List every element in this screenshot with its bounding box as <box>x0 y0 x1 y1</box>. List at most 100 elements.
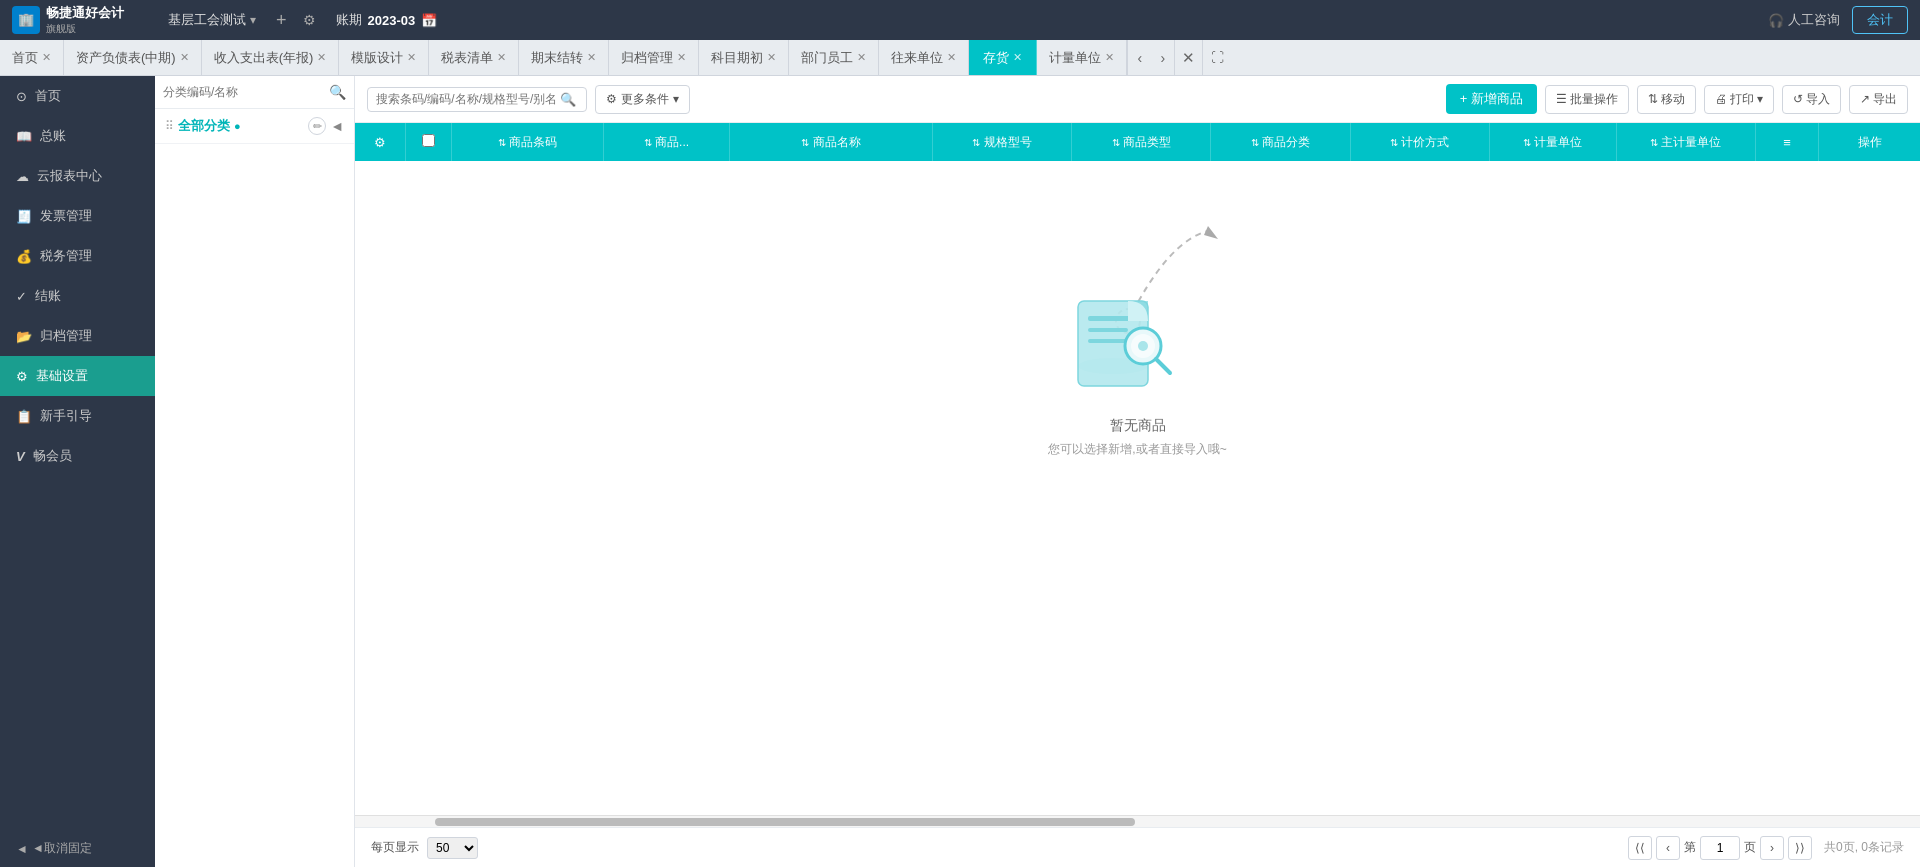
page-last-btn[interactable]: ⟩⟩ <box>1788 836 1812 860</box>
add-workspace-btn[interactable]: + <box>272 8 291 33</box>
page-prev-btn[interactable]: ‹ <box>1656 836 1680 860</box>
tab-close-all[interactable]: ✕ <box>1175 40 1203 75</box>
settings-btn[interactable]: ⚙ <box>299 10 320 30</box>
add-product-btn[interactable]: + 新增商品 <box>1446 84 1537 114</box>
tab-unit-close[interactable]: ✕ <box>1105 51 1114 64</box>
sidebar-item-reports[interactable]: ☁ 云报表中心 <box>0 156 155 196</box>
tab-subjects-label: 科目期初 <box>711 49 763 67</box>
tab-contacts-close[interactable]: ✕ <box>947 51 956 64</box>
tab-balance[interactable]: 资产负债表(中期) ✕ <box>64 40 202 75</box>
tab-archive[interactable]: 归档管理 ✕ <box>609 40 699 75</box>
workspace-selector[interactable]: 基层工会测试 ▾ <box>160 7 264 33</box>
col-more[interactable]: ≡ <box>1755 123 1818 161</box>
export-btn[interactable]: ↗ 导出 <box>1849 85 1908 114</box>
tab-inventory-close[interactable]: ✕ <box>1013 51 1022 64</box>
tab-department-close[interactable]: ✕ <box>857 51 866 64</box>
sidebar-item-settings-label: 基础设置 <box>36 367 88 385</box>
sidebar-item-close[interactable]: ✓ 结账 <box>0 276 155 316</box>
tab-inventory[interactable]: 存货 ✕ <box>969 40 1037 75</box>
sidebar-item-home[interactable]: ⊙ 首页 <box>0 76 155 116</box>
unpin-icon: ◄ <box>16 842 28 856</box>
product-search-input[interactable] <box>376 92 556 106</box>
tab-template[interactable]: 模版设计 ✕ <box>339 40 429 75</box>
customer-service[interactable]: 🎧 人工咨询 <box>1768 11 1840 29</box>
tab-nav-next[interactable]: › <box>1151 40 1175 75</box>
customer-service-label: 人工咨询 <box>1788 11 1840 29</box>
tab-department[interactable]: 部门员工 ✕ <box>789 40 879 75</box>
col-type[interactable]: ⇅ 商品类型 <box>1072 123 1211 161</box>
import-btn[interactable]: ↺ 导入 <box>1782 85 1841 114</box>
col-category[interactable]: ⇅ 商品分类 <box>1211 123 1350 161</box>
print-btn[interactable]: 🖨 打印 ▾ <box>1704 85 1774 114</box>
tab-department-label: 部门员工 <box>801 49 853 67</box>
page-input[interactable] <box>1700 836 1740 860</box>
sidebar-item-ledger[interactable]: 📖 总账 <box>0 116 155 156</box>
ledger-icon: 📖 <box>16 129 32 144</box>
per-page-select[interactable]: 10 20 50 100 <box>427 837 478 859</box>
scrollbar-thumb[interactable] <box>435 818 1135 826</box>
page-first-btn[interactable]: ⟨⟨ <box>1628 836 1652 860</box>
sidebar-collapse-btn[interactable]: ◄ <box>330 118 344 134</box>
category-label[interactable]: 全部分类 <box>178 117 230 135</box>
category-search-input[interactable] <box>163 85 325 99</box>
sidebar-item-invoice[interactable]: 🧾 发票管理 <box>0 196 155 236</box>
tab-nav-prev[interactable]: ‹ <box>1127 40 1151 75</box>
col-gear[interactable]: ⚙ <box>355 123 406 161</box>
top-header: 🏢 畅捷通好会计 旗舰版 基层工会测试 ▾ + ⚙ 账期 2023-03 📅 🎧… <box>0 0 1920 40</box>
tab-archive-close[interactable]: ✕ <box>677 51 686 64</box>
sidebar-item-guide[interactable]: 📋 新手引导 <box>0 396 155 436</box>
tab-close-period[interactable]: 期末结转 ✕ <box>519 40 609 75</box>
tab-tax-close[interactable]: ✕ <box>497 51 506 64</box>
col-unit[interactable]: ⇅ 计量单位 <box>1489 123 1616 161</box>
tab-template-close[interactable]: ✕ <box>407 51 416 64</box>
sidebar-unpin[interactable]: ◄ ◄取消固定 <box>0 830 155 867</box>
col-check[interactable] <box>406 123 452 161</box>
filter-arrow: ▾ <box>673 92 679 106</box>
col-code[interactable]: ⇅ 商品... <box>603 123 730 161</box>
cat-edit-btn[interactable]: ✏ <box>308 117 326 135</box>
tab-subjects-close[interactable]: ✕ <box>767 51 776 64</box>
sidebar-item-archive[interactable]: 📂 归档管理 <box>0 316 155 356</box>
col-main-unit[interactable]: ⇅ 主计量单位 <box>1616 123 1755 161</box>
col-spec[interactable]: ⇅ 规格型号 <box>932 123 1071 161</box>
col-name[interactable]: ⇅ 商品名称 <box>730 123 933 161</box>
tab-income[interactable]: 收入支出表(年报) ✕ <box>202 40 340 75</box>
sidebar-item-invoice-label: 发票管理 <box>40 207 92 225</box>
sidebar-item-tax[interactable]: 💰 税务管理 <box>0 236 155 276</box>
tab-home-label: 首页 <box>12 49 38 67</box>
settings-icon: ⚙ <box>16 369 28 384</box>
filter-btn[interactable]: ⚙ 更多条件 ▾ <box>595 85 690 114</box>
tab-unit[interactable]: 计量单位 ✕ <box>1037 40 1127 75</box>
inner-layout: 🔍 ⠿ 全部分类 ● ✏ ◄ 🔍 ⚙ <box>155 76 1920 867</box>
tab-income-close[interactable]: ✕ <box>317 51 326 64</box>
import-icon: ↺ <box>1793 92 1803 106</box>
select-all-checkbox[interactable] <box>422 134 435 147</box>
horizontal-scrollbar[interactable] <box>355 815 1920 827</box>
home-icon: ⊙ <box>16 89 27 104</box>
tab-subjects[interactable]: 科目期初 ✕ <box>699 40 789 75</box>
category-search-btn[interactable]: 🔍 <box>329 84 346 100</box>
col-ops: 操作 <box>1819 123 1920 161</box>
col-price-method[interactable]: ⇅ 计价方式 <box>1350 123 1489 161</box>
sidebar-item-vip[interactable]: V 畅会员 <box>0 436 155 476</box>
col-barcode[interactable]: ⇅ 商品条码 <box>451 123 603 161</box>
tab-home[interactable]: 首页 ✕ <box>0 40 64 75</box>
move-btn[interactable]: ⇅ 移动 <box>1637 85 1696 114</box>
tab-home-close[interactable]: ✕ <box>42 51 51 64</box>
calendar-icon[interactable]: 📅 <box>421 13 437 28</box>
svg-rect-6 <box>1088 328 1128 332</box>
invoice-icon: 🧾 <box>16 209 32 224</box>
account-btn[interactable]: 会计 <box>1852 6 1908 34</box>
sort-icon-7: ⇅ <box>1390 137 1398 148</box>
batch-btn[interactable]: ☰ 批量操作 <box>1545 85 1629 114</box>
document-search-icon <box>1058 271 1188 401</box>
tab-close-period-close[interactable]: ✕ <box>587 51 596 64</box>
tab-expand[interactable]: ⛶ <box>1203 40 1231 75</box>
sub-sidebar: 🔍 ⠿ 全部分类 ● ✏ ◄ <box>155 76 355 867</box>
tab-contacts[interactable]: 往来单位 ✕ <box>879 40 969 75</box>
sidebar-item-settings[interactable]: ⚙ 基础设置 <box>0 356 155 396</box>
page-next-btn[interactable]: › <box>1760 836 1784 860</box>
tab-balance-close[interactable]: ✕ <box>180 51 189 64</box>
export-label: 导出 <box>1873 91 1897 108</box>
tab-tax[interactable]: 税表清单 ✕ <box>429 40 519 75</box>
